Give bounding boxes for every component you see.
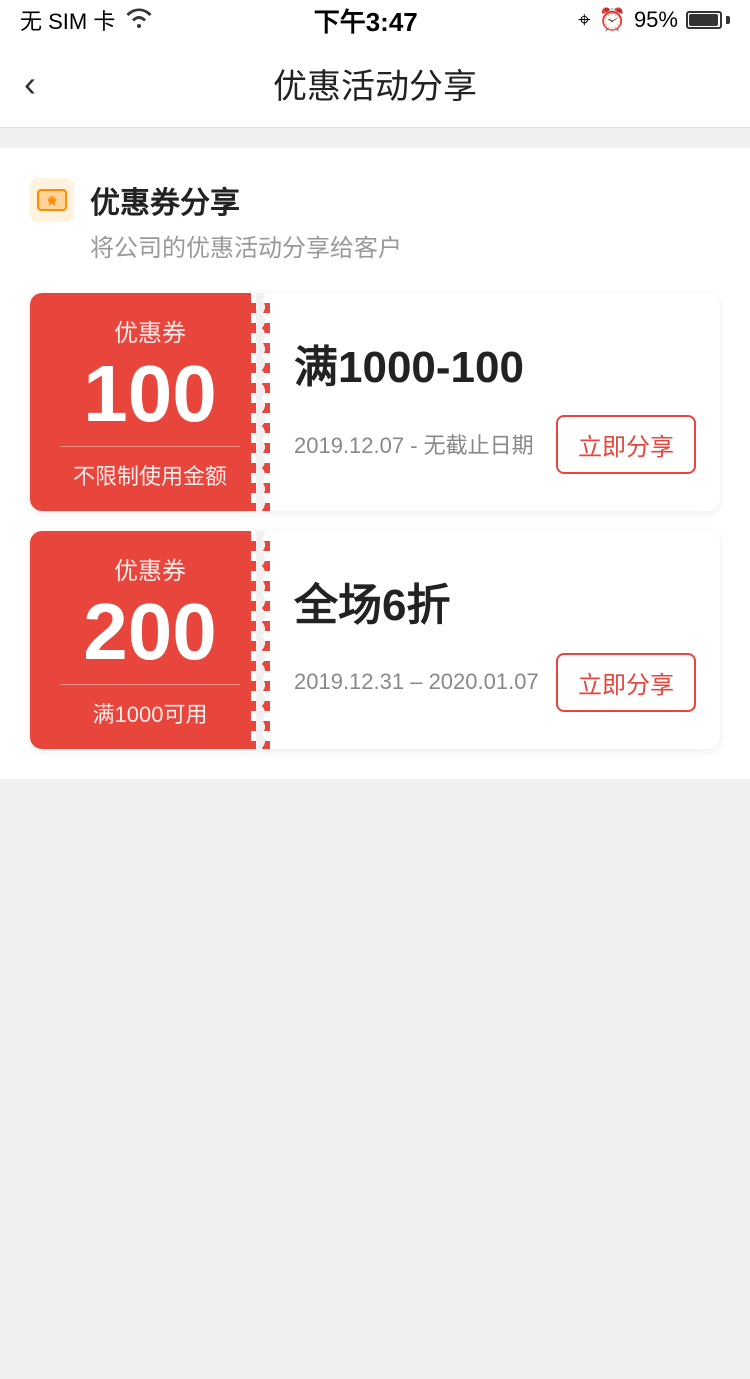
section-title: 优惠券分享 — [90, 178, 402, 222]
carrier-text: 无 SIM 卡 — [20, 4, 115, 36]
coupon-label-2: 优惠券 — [114, 551, 186, 586]
coupon-card-2: 优惠券 200 满1000可用 全场6折 2019.12.31 – 2020.0… — [30, 531, 720, 749]
coupon-meta-1: 2019.12.07 - 无截止日期 立即分享 — [294, 415, 696, 474]
section-text: 优惠券分享 将公司的优惠活动分享给客户 — [90, 178, 402, 263]
battery-text: 95% — [634, 7, 678, 33]
coupon-left-2: 优惠券 200 满1000可用 — [30, 531, 270, 749]
coupon-label-1: 优惠券 — [114, 313, 186, 348]
coupon-left-1: 优惠券 100 不限制使用金额 — [30, 293, 270, 511]
coupon-condition-2: 满1000可用 — [93, 697, 208, 729]
coupon-divider-2 — [60, 684, 240, 685]
coupon-share-icon: ★ — [30, 178, 74, 222]
coupon-name-2: 全场6折 — [294, 569, 696, 633]
coupon-divider-1 — [60, 446, 240, 447]
coupon-right-2: 全场6折 2019.12.31 – 2020.01.07 立即分享 — [270, 531, 720, 749]
coupon-card-1: 优惠券 100 不限制使用金额 满1000-100 2019.12.07 - 无… — [30, 293, 720, 511]
coupon-date-1: 2019.12.07 - 无截止日期 — [294, 428, 534, 460]
section-header: ★ 优惠券分享 将公司的优惠活动分享给客户 — [0, 148, 750, 273]
coupon-right-1: 满1000-100 2019.12.07 - 无截止日期 立即分享 — [270, 293, 720, 511]
coupon-meta-2: 2019.12.31 – 2020.01.07 立即分享 — [294, 653, 696, 712]
share-button-1[interactable]: 立即分享 — [556, 415, 696, 474]
svg-text:★: ★ — [47, 194, 58, 208]
share-button-2[interactable]: 立即分享 — [556, 653, 696, 712]
coupon-amount-2: 200 — [83, 592, 216, 672]
status-left: 无 SIM 卡 — [20, 4, 153, 36]
coupon-list: 优惠券 100 不限制使用金额 满1000-100 2019.12.07 - 无… — [0, 273, 750, 779]
back-button[interactable]: ‹ — [24, 63, 36, 105]
page-bottom — [0, 779, 750, 1379]
coupon-name-1: 满1000-100 — [294, 331, 696, 395]
page-separator — [0, 128, 750, 148]
coupon-date-2: 2019.12.31 – 2020.01.07 — [294, 669, 539, 695]
section-subtitle: 将公司的优惠活动分享给客户 — [90, 228, 402, 263]
page-title: 优惠活动分享 — [273, 59, 477, 108]
status-right: ⌖ ⏰ 95% — [578, 7, 730, 33]
coupon-amount-1: 100 — [83, 354, 216, 434]
wifi-icon — [125, 6, 153, 34]
battery-icon — [686, 11, 730, 29]
nav-bar: ‹ 优惠活动分享 — [0, 40, 750, 128]
alarm-icon: ⏰ — [599, 7, 626, 33]
location-icon: ⌖ — [578, 7, 590, 33]
status-bar: 无 SIM 卡 下午3:47 ⌖ ⏰ 95% — [0, 0, 750, 40]
status-time: 下午3:47 — [314, 2, 418, 39]
coupon-condition-1: 不限制使用金额 — [73, 459, 227, 491]
